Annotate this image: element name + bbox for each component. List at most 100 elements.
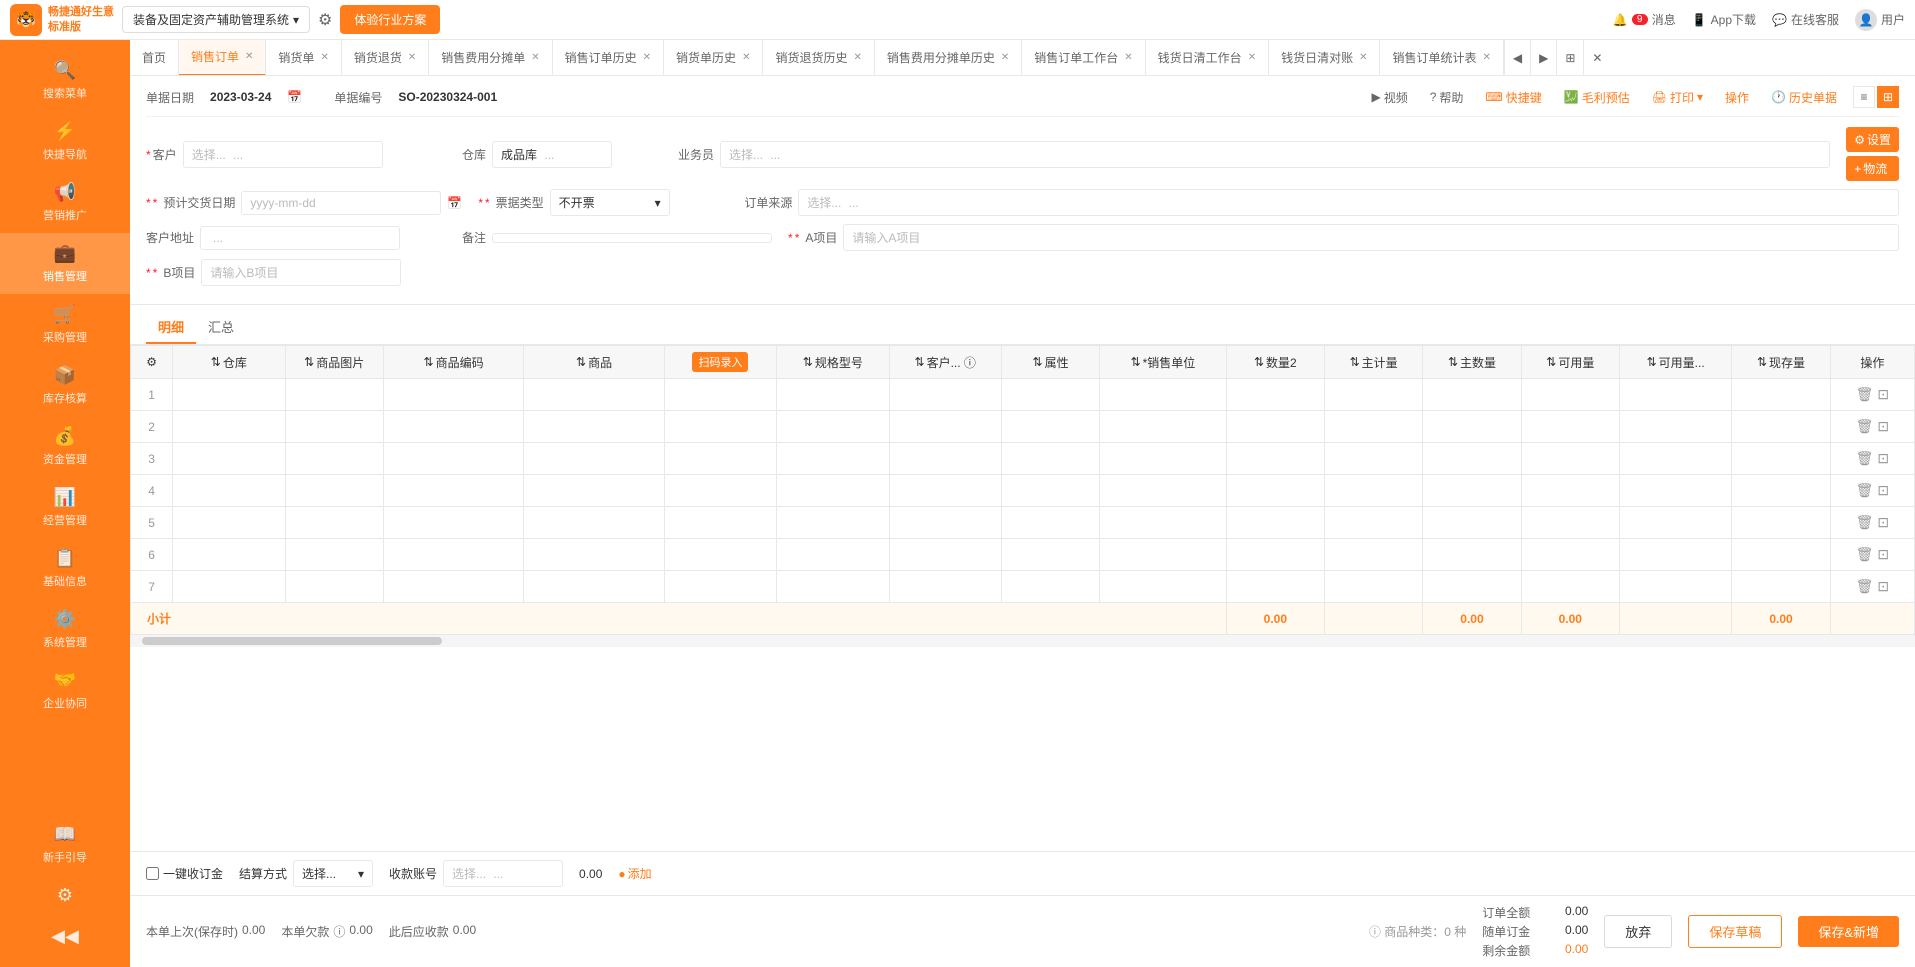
calendar-icon[interactable]: 📅 — [287, 90, 302, 104]
scroll-thumb[interactable] — [142, 637, 442, 645]
order-source-input[interactable]: 选择... ... — [798, 189, 1899, 216]
save-draft-button[interactable]: 保存草稿 — [1688, 915, 1782, 948]
copy-icon[interactable]: ⊡ — [1877, 418, 1889, 435]
copy-icon[interactable]: ⊡ — [1877, 482, 1889, 499]
shortcut-action[interactable]: ⌨ 快捷键 — [1479, 87, 1547, 108]
col-code[interactable]: ⇅商品编码 — [383, 346, 523, 379]
sidebar-item-ops[interactable]: 📊 经营管理 — [0, 477, 130, 538]
sub-tab-detail[interactable]: 明细 — [146, 311, 196, 344]
tab-daily-workbench[interactable]: 钱货日清工作台 ✕ — [1146, 40, 1269, 76]
tab-close-icon6[interactable]: ✕ — [742, 52, 750, 63]
tab-fee-history[interactable]: 销售费用分摊单历史 ✕ — [875, 40, 1022, 76]
delivery-date-input[interactable]: yyyy-mm-dd — [241, 191, 441, 215]
tab-prev-btn[interactable]: ◀ — [1504, 40, 1530, 76]
user-item[interactable]: 👤 用户 — [1855, 9, 1905, 31]
warehouse-input[interactable]: 成品库 ... — [492, 141, 612, 168]
tab-close-icon3[interactable]: ✕ — [408, 52, 416, 63]
print-action[interactable]: 🖨 打印 ▾ — [1646, 87, 1709, 108]
tab-sales-order[interactable]: 销售订单 ✕ — [179, 40, 266, 76]
app-download-item[interactable]: 📱 App下载 — [1692, 11, 1756, 28]
sidebar-item-marketing[interactable]: 📢 营销推广 — [0, 172, 130, 233]
tab-workbench[interactable]: 销售订单工作台 ✕ — [1022, 40, 1145, 76]
invoice-type-select[interactable]: 不开票 ▾ — [550, 189, 670, 216]
pay-method-select[interactable]: 选择... ▾ — [293, 860, 373, 887]
tab-sales-return[interactable]: 销货退货 ✕ — [342, 40, 429, 76]
sidebar-item-collab[interactable]: 🤝 企业协同 — [0, 660, 130, 721]
sidebar-item-system[interactable]: ⚙️ 系统管理 — [0, 599, 130, 660]
col-main-unit[interactable]: ⇅主计量 — [1324, 346, 1422, 379]
history-action[interactable]: 🕐 历史单据 — [1765, 87, 1843, 108]
sub-tab-summary[interactable]: 汇总 — [196, 311, 246, 344]
delete-icon[interactable]: 🗑 — [1856, 546, 1874, 563]
material-button[interactable]: + 物流 — [1846, 156, 1899, 181]
tab-return-history[interactable]: 销货退货历史 ✕ — [763, 40, 874, 76]
col-settings[interactable]: ⚙ — [131, 346, 173, 379]
discard-button[interactable]: 放弃 — [1604, 915, 1672, 948]
settings-icon[interactable]: ⚙ — [318, 10, 332, 30]
tab-close-icon5[interactable]: ✕ — [643, 52, 651, 63]
tab-next-btn[interactable]: ▶ — [1530, 40, 1556, 76]
tab-close-icon4[interactable]: ✕ — [531, 52, 539, 63]
col-scan[interactable]: 扫码录入 — [664, 346, 776, 379]
date-picker-icon[interactable]: 📅 — [447, 196, 462, 210]
sidebar-item-settings[interactable]: ⚙ — [0, 875, 130, 916]
profit-action[interactable]: 💹 毛利预估 — [1558, 87, 1636, 108]
tab-home[interactable]: 首页 — [130, 40, 179, 76]
sidebar-item-search[interactable]: 🔍 搜索菜单 — [0, 50, 130, 111]
tab-daily-reconcile[interactable]: 钱货日清对账 ✕ — [1269, 40, 1380, 76]
tab-sales-fee[interactable]: 销售费用分摊单 ✕ — [429, 40, 552, 76]
add-payment-button[interactable]: ● 添加 — [618, 865, 651, 882]
layout-grid-icon[interactable]: ⊞ — [1877, 86, 1899, 108]
staff-input[interactable]: 选择... ... — [720, 141, 1830, 168]
copy-icon[interactable]: ⊡ — [1877, 578, 1889, 595]
table-wrapper[interactable]: ⚙ ⇅仓库 ⇅商品图片 ⇅商品编码 — [130, 345, 1915, 851]
copy-icon[interactable]: ⊡ — [1877, 450, 1889, 467]
remark-input[interactable] — [492, 233, 772, 243]
delete-icon[interactable]: 🗑 — [1856, 514, 1874, 531]
copy-icon[interactable]: ⊡ — [1877, 386, 1889, 403]
col-spec[interactable]: ⇅规格型号 — [777, 346, 889, 379]
settings-button[interactable]: ⚙ 设置 — [1846, 127, 1899, 152]
col-qty2[interactable]: ⇅数量2 — [1226, 346, 1324, 379]
layout-list-icon[interactable]: ≡ — [1853, 86, 1875, 108]
bank-account-input[interactable]: 选择... ... — [443, 860, 563, 887]
quickpay-check-input[interactable] — [146, 867, 159, 880]
col-image[interactable]: ⇅商品图片 — [285, 346, 383, 379]
tab-close-icon11[interactable]: ✕ — [1359, 52, 1367, 63]
tab-close-icon8[interactable]: ✕ — [1001, 52, 1009, 63]
quickpay-checkbox[interactable]: 一键收订金 — [146, 865, 223, 882]
tab-sales-slip[interactable]: 销货单 ✕ — [266, 40, 341, 76]
col-customer-code[interactable]: ⇅客户... ⓘ — [889, 346, 1001, 379]
sidebar-item-guide[interactable]: 📖 新手引导 — [0, 814, 130, 875]
delete-icon[interactable]: 🗑 — [1856, 578, 1874, 595]
sidebar-item-purchase[interactable]: 🛒 采购管理 — [0, 294, 130, 355]
delete-icon[interactable]: 🗑 — [1856, 450, 1874, 467]
notification-item[interactable]: 🔔 9 消息 — [1613, 11, 1676, 28]
sidebar-item-inventory[interactable]: 📦 库存核算 — [0, 355, 130, 416]
col-unit[interactable]: ⇅*销售单位 — [1100, 346, 1226, 379]
tab-close-icon12[interactable]: ✕ — [1483, 52, 1491, 63]
horizontal-scrollbar[interactable] — [130, 635, 1915, 647]
b-project-input[interactable]: 请输入B项目 — [201, 259, 401, 286]
delete-icon[interactable]: 🗑 — [1856, 386, 1874, 403]
tab-close-icon9[interactable]: ✕ — [1124, 52, 1132, 63]
tab-close-icon[interactable]: ✕ — [245, 51, 253, 62]
tab-sales-order-history[interactable]: 销售订单历史 ✕ — [553, 40, 664, 76]
view-action[interactable]: ▶ 视频 — [1365, 87, 1413, 108]
scan-button[interactable]: 扫码录入 — [692, 352, 748, 372]
col-available2[interactable]: ⇅可用量... — [1619, 346, 1731, 379]
sidebar-item-nav[interactable]: ⚡ 快捷导航 — [0, 111, 130, 172]
operate-action[interactable]: 操作 — [1719, 87, 1755, 108]
sidebar-item-base[interactable]: 📋 基础信息 — [0, 538, 130, 599]
delete-icon[interactable]: 🗑 — [1856, 482, 1874, 499]
delete-icon[interactable]: 🗑 — [1856, 418, 1874, 435]
col-warehouse[interactable]: ⇅仓库 — [173, 346, 285, 379]
sidebar-item-collapse[interactable]: ◀◀ — [0, 916, 130, 957]
col-attr[interactable]: ⇅属性 — [1001, 346, 1099, 379]
col-available[interactable]: ⇅可用量 — [1521, 346, 1619, 379]
industry-button[interactable]: 体验行业方案 — [340, 5, 440, 34]
copy-icon[interactable]: ⊡ — [1877, 514, 1889, 531]
address-input[interactable]: ... — [200, 226, 400, 250]
a-project-input[interactable]: 请输入A项目 — [843, 224, 1899, 251]
tab-stats[interactable]: 销售订单统计表 ✕ — [1380, 40, 1503, 76]
